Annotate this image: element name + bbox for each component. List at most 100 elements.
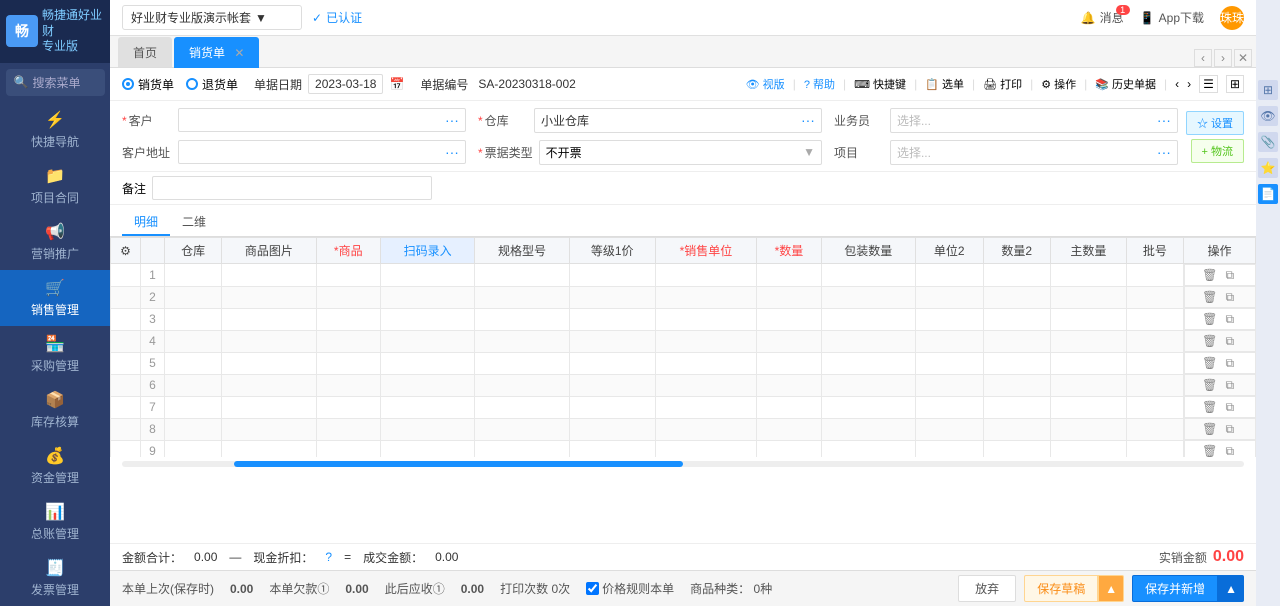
row-copy-btn[interactable]: ⧉: [1222, 421, 1238, 437]
sidebar-item-sales[interactable]: 🛒 销售管理: [0, 270, 110, 326]
date-value[interactable]: 2023-03-18: [308, 74, 383, 94]
save-new-btn[interactable]: 保存并新增: [1132, 575, 1218, 602]
col-qty[interactable]: *数量: [757, 238, 821, 264]
radio-sales[interactable]: 销货单: [122, 76, 174, 93]
settings-btn[interactable]: ☆ 设置: [1186, 111, 1244, 135]
right-panel-icon-5[interactable]: 📄: [1258, 184, 1278, 204]
table-row: 1 🗑 ⧉: [111, 264, 1256, 287]
project-input[interactable]: 选择... ···: [890, 140, 1178, 165]
search-menu[interactable]: 🔍 搜索菜单: [6, 69, 105, 96]
row-copy-btn[interactable]: ⧉: [1222, 267, 1238, 283]
tab-next-arrow[interactable]: ›: [1214, 49, 1232, 67]
row-copy-btn[interactable]: ⧉: [1222, 399, 1238, 415]
help-btn[interactable]: ? 帮助: [804, 76, 835, 92]
row-delete-btn[interactable]: 🗑: [1202, 333, 1218, 349]
tab-close-icon[interactable]: ✕: [234, 46, 244, 60]
row-delete-btn[interactable]: 🗑: [1202, 399, 1218, 415]
app-download-btn[interactable]: 📱 App下载: [1140, 9, 1204, 26]
row-copy-btn[interactable]: ⧉: [1222, 355, 1238, 371]
save-draft-btn[interactable]: 保存草稿: [1024, 575, 1098, 602]
col-sales-unit[interactable]: *销售单位: [655, 238, 757, 264]
prev-record-btn[interactable]: ‹: [1175, 77, 1179, 91]
sidebar-item-invoices[interactable]: 🧾 发票管理: [0, 550, 110, 606]
tab-close-all-btn[interactable]: ✕: [1234, 49, 1252, 67]
row-delete-btn[interactable]: 🗑: [1202, 289, 1218, 305]
sidebar-item-purchase[interactable]: 🏪 采购管理: [0, 326, 110, 382]
sidebar-item-marketing[interactable]: 📢 营销推广: [0, 214, 110, 270]
customer-input[interactable]: ···: [178, 108, 466, 132]
warehouse-input[interactable]: 小业仓库 ···: [534, 108, 822, 133]
row-delete-btn[interactable]: 🗑: [1202, 311, 1218, 327]
tab-sales-order[interactable]: 销货单 ✕: [174, 37, 259, 68]
scroll-thumb[interactable]: [234, 461, 683, 467]
salesperson-dots-icon[interactable]: ···: [1157, 112, 1171, 128]
address-dots-icon[interactable]: ···: [445, 144, 459, 160]
calendar-icon[interactable]: 📅: [389, 77, 404, 91]
notes-label: 备注: [122, 180, 146, 197]
equals: =: [344, 550, 351, 564]
warehouse-dots-icon[interactable]: ···: [801, 112, 815, 128]
select-btn[interactable]: 📋 选单: [925, 76, 964, 92]
row-delete-btn[interactable]: 🗑: [1202, 443, 1218, 457]
right-panel-icon-4[interactable]: ⭐: [1258, 158, 1278, 178]
right-panel-icon-1[interactable]: ⊞: [1258, 80, 1278, 100]
tab-erwei[interactable]: 二维: [170, 209, 218, 236]
notifications-btn[interactable]: 🔔 消息 1: [1081, 9, 1124, 26]
tab-mingxi[interactable]: 明细: [122, 209, 170, 236]
sidebar-item-general[interactable]: 📊 总账管理: [0, 494, 110, 550]
sidebar-item-project[interactable]: 📁 项目合同: [0, 158, 110, 214]
col-import[interactable]: 扫码录入: [380, 238, 474, 264]
print-btn[interactable]: 🖨 打印: [983, 76, 1022, 92]
notes-input[interactable]: [152, 176, 432, 200]
right-panel-icon-3[interactable]: 📎: [1258, 132, 1278, 152]
sidebar-item-quick-nav[interactable]: ⚡ 快捷导航: [0, 102, 110, 158]
ops-btn[interactable]: ⚙ 操作: [1041, 76, 1076, 92]
view-btn[interactable]: 👁 视版: [746, 76, 785, 92]
list-view-btn[interactable]: ⊞: [1226, 75, 1244, 93]
logistics-btn[interactable]: + 物流: [1191, 139, 1244, 163]
save-new-arrow-btn[interactable]: ▲: [1218, 575, 1244, 602]
col-settings[interactable]: ⚙: [111, 238, 141, 264]
scroll-track[interactable]: [122, 461, 1244, 467]
invoice-select[interactable]: 不开票 ▼: [539, 140, 822, 165]
sidebar-item-funds[interactable]: 💰 资金管理: [0, 438, 110, 494]
company-selector[interactable]: 好业财专业版演示帐套 ▼: [122, 5, 302, 30]
row-copy-btn[interactable]: ⧉: [1222, 443, 1238, 457]
row-settings: [111, 330, 141, 352]
right-panel-icon-2[interactable]: 👁: [1258, 106, 1278, 126]
user-avatar[interactable]: 珠珠: [1220, 6, 1244, 30]
history-btn[interactable]: 📚 历史单据: [1095, 76, 1156, 92]
abandon-btn[interactable]: 放弃: [958, 575, 1016, 602]
save-draft-arrow-btn[interactable]: ▲: [1098, 575, 1124, 602]
action-buttons: 👁 视版 | ? 帮助 | ⌨ 快捷键 | 📋 选单 | 🖨 打印 | ⚙ 操作…: [746, 75, 1244, 93]
tab-home[interactable]: 首页: [118, 37, 172, 67]
row-delete-btn[interactable]: 🗑: [1202, 377, 1218, 393]
price-check-box[interactable]: [586, 582, 599, 595]
row-copy-btn[interactable]: ⧉: [1222, 289, 1238, 305]
row-copy-btn[interactable]: ⧉: [1222, 311, 1238, 327]
next-record-btn[interactable]: ›: [1187, 77, 1191, 91]
row-delete-btn[interactable]: 🗑: [1202, 267, 1218, 283]
sidebar-item-inventory[interactable]: 📦 库存核算: [0, 382, 110, 438]
salesperson-input[interactable]: 选择... ···: [890, 108, 1178, 133]
col-price1: 等级1价: [569, 238, 655, 264]
price-check-label[interactable]: 价格规则本单: [586, 580, 674, 597]
customer-dots-icon[interactable]: ···: [445, 112, 459, 128]
row-delete-btn[interactable]: 🗑: [1202, 421, 1218, 437]
table-row: 7 🗑 ⧉: [111, 396, 1256, 418]
row-delete-btn[interactable]: 🗑: [1202, 355, 1218, 371]
col-warehouse[interactable]: 仓库: [165, 238, 222, 264]
bottom-bar: 本单上次(保存时) 0.00 本单欠款① 0.00 此后应收① 0.00 打印次…: [110, 570, 1256, 606]
row-settings: [111, 440, 141, 457]
tab-prev-arrow[interactable]: ‹: [1194, 49, 1212, 67]
row-copy-btn[interactable]: ⧉: [1222, 377, 1238, 393]
radio-return[interactable]: 退货单: [186, 76, 238, 93]
project-dots-icon[interactable]: ···: [1157, 144, 1171, 160]
col-goods[interactable]: *商品: [316, 238, 380, 264]
content-area: 销货单 退货单 单据日期 2023-03-18 📅 单据编号 SA-202303…: [110, 68, 1256, 606]
shortcut-btn[interactable]: ⌨ 快捷键: [854, 76, 906, 92]
row-copy-btn[interactable]: ⧉: [1222, 333, 1238, 349]
row-num: 1: [141, 264, 165, 287]
grid-view-btn[interactable]: ☰: [1199, 75, 1218, 93]
address-input[interactable]: ···: [178, 140, 466, 164]
